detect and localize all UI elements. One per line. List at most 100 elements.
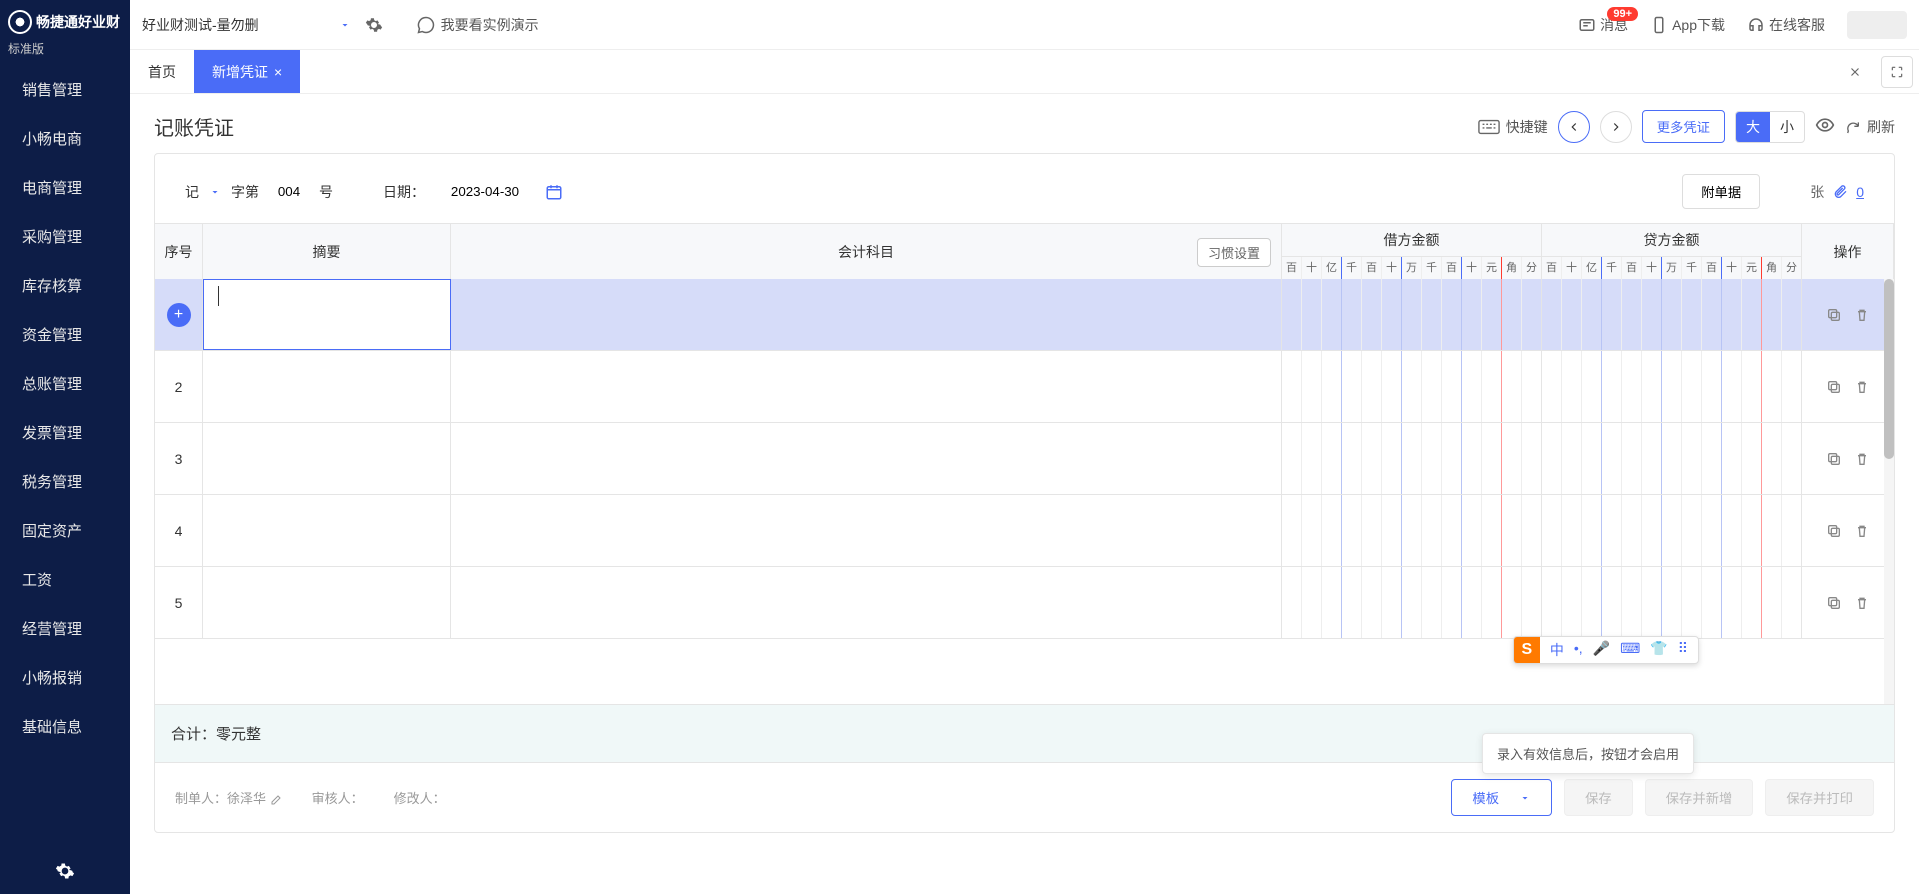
more-vouchers-button[interactable]: 更多凭证 (1642, 110, 1725, 143)
chevron-down-icon (339, 19, 351, 31)
ime-skin-icon[interactable]: 👕 (1650, 640, 1667, 660)
page-header: 记账凭证 快捷键 更多凭证 大 小 (130, 94, 1919, 153)
save-new-button: 保存并新增 (1645, 779, 1754, 816)
x-icon (1848, 65, 1862, 79)
voucher-header: 记 字第 号 日期： 附单据 张 0 (155, 154, 1894, 223)
header-credit: 贷方金额 百十亿千百十万千百十元角分 (1542, 224, 1802, 279)
nav-funds[interactable]: 资金管理 (0, 310, 130, 359)
sidebar: 畅捷通好业财 标准版 销售管理 小畅电商 电商管理 采购管理 库存核算 资金管理… (0, 0, 130, 894)
calendar-icon[interactable] (545, 183, 563, 201)
size-large[interactable]: 大 (1736, 112, 1770, 142)
app-download[interactable]: App下载 (1650, 15, 1725, 35)
sidebar-settings[interactable] (0, 851, 130, 894)
ime-toolbar[interactable]: S 中 •, 🎤 ⌨ 👕 ⠿ (1513, 636, 1699, 664)
voucher-prefix[interactable]: 记 (185, 182, 199, 202)
account-cell[interactable] (451, 423, 1282, 494)
message-icon (1578, 16, 1596, 34)
arrow-left-icon (1567, 120, 1581, 134)
ime-keyboard-icon[interactable]: ⌨ (1620, 640, 1640, 660)
nav-ecommerce[interactable]: 电商管理 (0, 163, 130, 212)
tab-close-button[interactable] (1839, 56, 1871, 88)
keyboard-icon (1478, 119, 1500, 135)
table-row[interactable]: + (155, 279, 1894, 351)
tab-home[interactable]: 首页 (130, 50, 194, 93)
nav-salary[interactable]: 工资 (0, 555, 130, 604)
header-seq: 序号 (155, 224, 203, 279)
chevron-down-icon[interactable] (209, 186, 221, 198)
nav-ledger[interactable]: 总账管理 (0, 359, 130, 408)
settings-icon[interactable] (365, 16, 383, 34)
demo-link[interactable]: 我要看实例演示 (417, 15, 539, 35)
topbar: 好业财测试-量勿删 我要看实例演示 消息 99+ App下载 (130, 0, 1919, 50)
account-cell[interactable] (451, 567, 1282, 638)
scrollbar[interactable] (1884, 279, 1894, 704)
messages-button[interactable]: 消息 99+ (1578, 15, 1628, 35)
logo: 畅捷通好业财 (0, 0, 130, 38)
main-area: 好业财测试-量勿删 我要看实例演示 消息 99+ App下载 (130, 0, 1919, 894)
date-input[interactable] (435, 184, 535, 199)
tab-new-voucher[interactable]: 新增凭证 × (194, 50, 300, 93)
size-toggle: 大 小 (1735, 111, 1805, 143)
avatar[interactable] (1847, 11, 1907, 39)
prev-button[interactable] (1558, 111, 1590, 143)
nav-operations[interactable]: 经营管理 (0, 604, 130, 653)
clip-count[interactable]: 0 (1856, 184, 1864, 200)
phone-icon (1650, 16, 1668, 34)
ime-logo: S (1514, 637, 1540, 663)
attach-button[interactable]: 附单据 (1682, 174, 1760, 209)
ime-lang[interactable]: 中 (1550, 640, 1564, 660)
message-badge: 99+ (1607, 7, 1638, 21)
nav-tax[interactable]: 税务管理 (0, 457, 130, 506)
size-small[interactable]: 小 (1770, 112, 1804, 142)
preview-button[interactable] (1815, 115, 1835, 138)
credit-digits: 百十亿千百十万千百十元角分 (1542, 257, 1801, 279)
habit-settings-button[interactable]: 习惯设置 (1197, 238, 1271, 267)
modifier-label: 修改人： (394, 788, 446, 807)
ime-mic-icon[interactable]: 🎤 (1593, 640, 1610, 660)
fullscreen-icon (1890, 65, 1904, 79)
brand-name: 畅捷通好业财 (36, 12, 120, 32)
header-summary: 摘要 (203, 224, 451, 279)
nav-assets[interactable]: 固定资产 (0, 506, 130, 555)
nav-inventory[interactable]: 库存核算 (0, 261, 130, 310)
close-icon[interactable]: × (274, 64, 282, 80)
nav-basic[interactable]: 基础信息 (0, 702, 130, 751)
page-title: 记账凭证 (154, 112, 234, 141)
shortcut-button[interactable]: 快捷键 (1478, 117, 1548, 137)
nav-expense[interactable]: 小畅报销 (0, 653, 130, 702)
template-button[interactable]: 模板 (1451, 779, 1552, 816)
eye-icon (1815, 115, 1835, 135)
clip-icon[interactable] (1832, 184, 1848, 200)
footer: 制单人：徐泽华 审核人： 修改人： 模板 保存 保存并新增 保存并打印 录入有效… (155, 763, 1894, 832)
nav-purchase[interactable]: 采购管理 (0, 212, 130, 261)
save-print-button: 保存并打印 (1765, 779, 1874, 816)
chat-icon (417, 16, 435, 34)
word-label: 字第 (231, 182, 259, 202)
chevron-down-icon (1519, 792, 1531, 804)
date-label: 日期： (383, 182, 425, 202)
headset-icon (1747, 16, 1765, 34)
header-ops: 操作 (1802, 224, 1894, 279)
add-row-button[interactable]: + (167, 303, 191, 327)
sidebar-nav: 销售管理 小畅电商 电商管理 采购管理 库存核算 资金管理 总账管理 发票管理 … (0, 65, 130, 851)
next-button[interactable] (1600, 111, 1632, 143)
voucher-number-input[interactable] (269, 184, 309, 200)
nav-ecommerce-xc[interactable]: 小畅电商 (0, 114, 130, 163)
gear-icon (55, 861, 75, 881)
suffix-label: 号 (319, 182, 333, 202)
refresh-button[interactable]: 刷新 (1845, 117, 1895, 137)
account-cell[interactable] (451, 351, 1282, 422)
nav-invoice[interactable]: 发票管理 (0, 408, 130, 457)
nav-sales[interactable]: 销售管理 (0, 65, 130, 114)
customer-service[interactable]: 在线客服 (1747, 15, 1825, 35)
ime-menu-icon[interactable]: ⠿ (1678, 640, 1688, 660)
account-cell[interactable] (451, 279, 1282, 350)
edition-label: 标准版 (0, 38, 130, 59)
reviewer-label: 审核人： (312, 788, 364, 807)
edit-icon[interactable] (270, 794, 282, 806)
org-selector[interactable]: 好业财测试-量勿删 (142, 15, 351, 35)
account-cell[interactable] (451, 495, 1282, 566)
fullscreen-button[interactable] (1881, 56, 1913, 88)
ime-punct[interactable]: •, (1574, 640, 1583, 660)
tooltip: 录入有效信息后，按钮才会启用 (1482, 733, 1694, 774)
